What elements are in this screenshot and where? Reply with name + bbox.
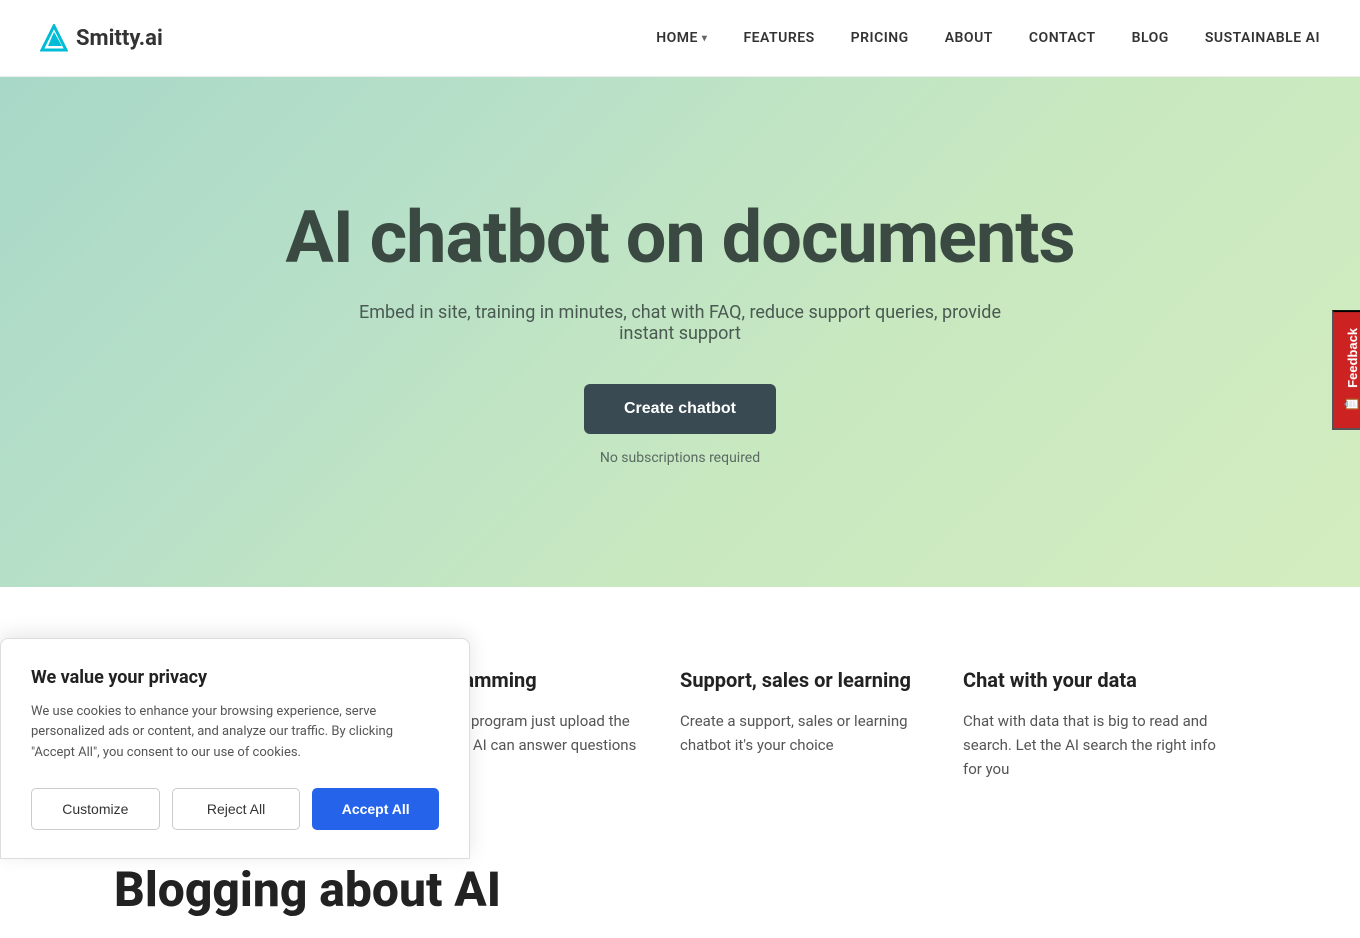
logo-text: Smitty.ai (76, 26, 163, 51)
nav-links: HOME ▾ FEATURES PRICING ABOUT CONTACT BL… (656, 30, 1320, 46)
logo-icon (40, 24, 68, 52)
navbar: Smitty.ai HOME ▾ FEATURES PRICING ABOUT … (0, 0, 1360, 77)
cookie-buttons: Customize Reject All Accept All (31, 788, 439, 830)
accept-all-button[interactable]: Accept All (312, 788, 439, 830)
feature-chat-data: Chat with your data Chat with data that … (963, 647, 1246, 801)
feedback-wrapper: 📋 Feedback (1332, 310, 1360, 430)
nav-link-about[interactable]: ABOUT (945, 30, 993, 46)
cookie-banner: We value your privacy We use cookies to … (0, 638, 470, 859)
cookie-description: We use cookies to enhance your browsing … (31, 702, 439, 764)
feature-support-sales-title: Support, sales or learning (680, 667, 933, 693)
nav-link-pricing[interactable]: PRICING (851, 30, 909, 46)
customize-button[interactable]: Customize (31, 788, 160, 830)
hero-subtitle: Embed in site, training in minutes, chat… (330, 302, 1030, 344)
create-chatbot-button[interactable]: Create chatbot (584, 384, 776, 434)
feedback-icon: 📋 (1344, 396, 1360, 412)
hero-title: AI chatbot on documents (285, 198, 1074, 277)
nav-link-home[interactable]: HOME ▾ (656, 30, 707, 46)
feedback-label: Feedback (1344, 328, 1359, 388)
nav-link-features[interactable]: FEATURES (743, 30, 814, 46)
chevron-down-icon: ▾ (702, 33, 708, 44)
feature-support-sales: Support, sales or learning Create a supp… (680, 647, 963, 801)
logo-area[interactable]: Smitty.ai (40, 24, 163, 52)
feedback-button[interactable]: 📋 Feedback (1332, 310, 1360, 430)
reject-all-button[interactable]: Reject All (172, 788, 301, 830)
feature-chat-data-desc: Chat with data that is big to read and s… (963, 709, 1216, 781)
hero-note: No subscriptions required (600, 450, 760, 466)
hero-section: AI chatbot on documents Embed in site, t… (0, 77, 1360, 587)
feature-support-sales-desc: Create a support, sales or learning chat… (680, 709, 933, 757)
nav-link-sustainable-ai[interactable]: SUSTAINABLE AI (1205, 30, 1320, 46)
nav-link-contact[interactable]: CONTACT (1029, 30, 1096, 46)
cookie-title: We value your privacy (31, 667, 439, 688)
nav-link-blog[interactable]: BLOG (1132, 30, 1169, 46)
feature-chat-data-title: Chat with your data (963, 667, 1216, 693)
blogging-title: Blogging about AI (114, 861, 1246, 918)
